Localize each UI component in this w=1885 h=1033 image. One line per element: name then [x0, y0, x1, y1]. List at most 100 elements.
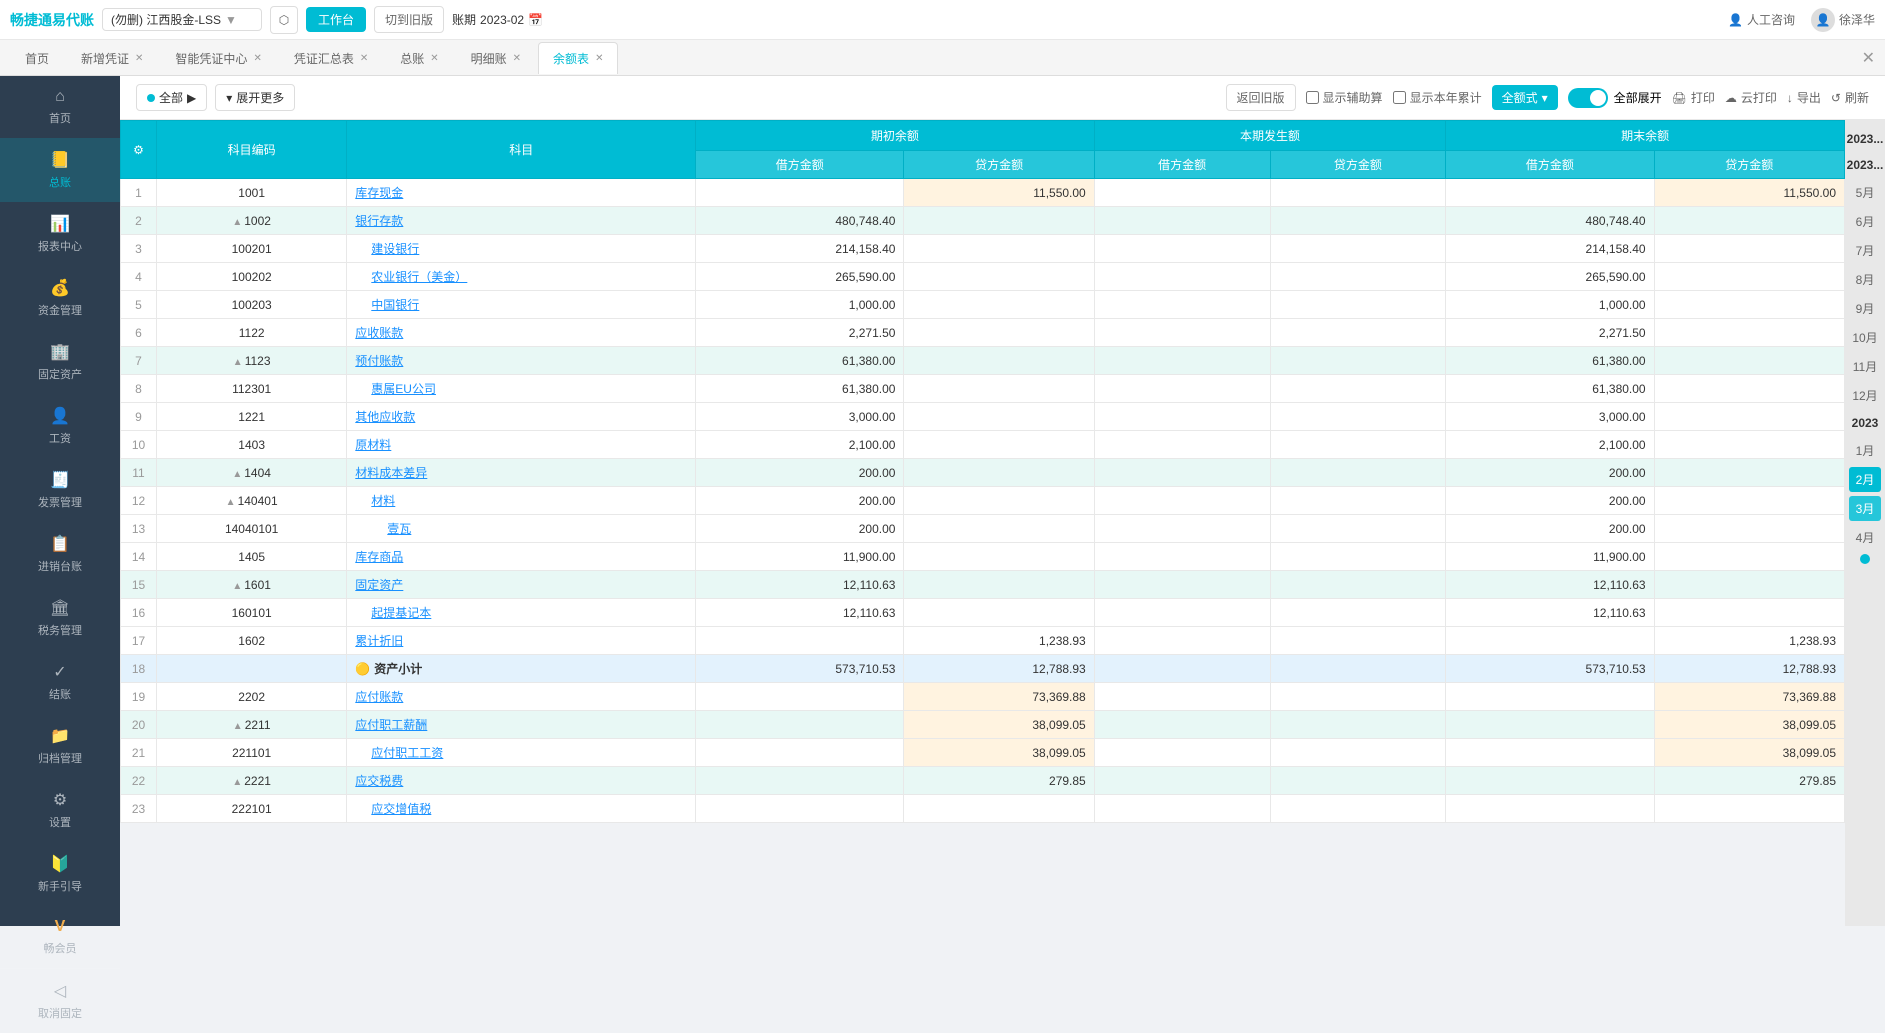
tab-new-voucher-close[interactable]: ✕ [135, 53, 143, 64]
sidebar-item-home[interactable]: ⌂ 首页 [0, 76, 120, 138]
right-panel-month-5[interactable]: 5月 [1854, 180, 1877, 205]
row-name[interactable]: 应收账款 [347, 319, 696, 347]
row-name[interactable]: 起提基记本 [347, 599, 696, 627]
tab-balance[interactable]: 余额表 ✕ [538, 42, 618, 74]
row-code: 1602 [157, 627, 347, 655]
right-panel-month-8[interactable]: 8月 [1854, 267, 1877, 292]
tab-detail-close[interactable]: ✕ [513, 53, 521, 64]
sidebar-item-settle[interactable]: ✓ 结账 [0, 650, 120, 714]
sidebar-item-tax[interactable]: 🏛 税务管理 [0, 586, 120, 650]
row-name[interactable]: 农业银行（美金） [347, 263, 696, 291]
sidebar-item-archive[interactable]: 📁 归档管理 [0, 714, 120, 778]
right-panel-month-10[interactable]: 10月 [1850, 325, 1879, 350]
row-name[interactable]: 银行存款 [347, 207, 696, 235]
right-panel-month-12[interactable]: 12月 [1850, 383, 1879, 408]
sidebar-item-ledger[interactable]: 📒 总账 [0, 138, 120, 202]
right-panel-month-7[interactable]: 7月 [1854, 238, 1877, 263]
row-name[interactable]: 预付账款 [347, 347, 696, 375]
row-name[interactable]: 壹瓦 [347, 515, 696, 543]
settle-icon: ✓ [53, 662, 66, 682]
amount-cell: 1,000.00 [696, 291, 904, 319]
right-panel-year-2023-1[interactable]: 2023... [1845, 128, 1885, 150]
tab-ledger-close[interactable]: ✕ [430, 53, 438, 64]
close-all-tabs[interactable]: ✕ [1862, 48, 1875, 68]
show-aux-checkbox[interactable]: 显示辅助算 [1306, 89, 1383, 106]
workbench-button[interactable]: 工作台 [306, 7, 366, 32]
expand-more-btn[interactable]: ▾ 展开更多 [215, 84, 295, 111]
return-old-btn[interactable]: 返回旧版 [1226, 84, 1296, 111]
right-panel-month-9[interactable]: 9月 [1854, 296, 1877, 321]
expand-all-toggle[interactable] [1568, 88, 1608, 108]
row-name[interactable]: 惠属EU公司 [347, 375, 696, 403]
row-name[interactable]: 应付职工薪酬 [347, 711, 696, 739]
cloud-print-btn[interactable]: ☁ 云打印 [1725, 89, 1777, 106]
op-credit-header: 贷方金额 [904, 151, 1094, 179]
right-panel-month-3[interactable]: 3月 [1849, 496, 1881, 521]
tab-new-voucher[interactable]: 新增凭证 ✕ [66, 42, 158, 74]
refresh-btn[interactable]: ↺ 刷新 [1831, 89, 1869, 106]
row-name[interactable]: 应交税费 [347, 767, 696, 795]
amount-cell [1654, 291, 1844, 319]
row-name[interactable]: 原材料 [347, 431, 696, 459]
row-name[interactable]: 建设银行 [347, 235, 696, 263]
sidebar-item-assets[interactable]: 💰 资金管理 [0, 266, 120, 330]
tab-ledger[interactable]: 总账 ✕ [385, 42, 453, 74]
sidebar-item-report[interactable]: 📊 报表中心 [0, 202, 120, 266]
all-filter-btn[interactable]: 全部 ▶ [136, 84, 207, 111]
tab-voucher-summary-close[interactable]: ✕ [360, 53, 368, 64]
company-icon-btn[interactable]: ⬡ [270, 6, 298, 34]
row-name[interactable]: 固定资产 [347, 571, 696, 599]
amount-cell: 61,380.00 [696, 375, 904, 403]
sidebar-item-member[interactable]: V 畅会员 [0, 906, 120, 968]
row-num: 6 [121, 319, 157, 347]
print-btn[interactable]: 🖨 打印 [1672, 89, 1715, 106]
row-name[interactable]: 中国银行 [347, 291, 696, 319]
row-name[interactable]: 应付职工工资 [347, 739, 696, 767]
sidebar-item-salary[interactable]: 👤 工资 [0, 394, 120, 458]
show-ytd-input[interactable] [1393, 91, 1406, 104]
assets-icon: 💰 [50, 278, 70, 298]
right-panel-month-2-active[interactable]: 2月 [1849, 467, 1881, 492]
right-panel-month-1[interactable]: 1月 [1854, 438, 1877, 463]
sidebar-label-ledger: 总账 [49, 174, 71, 190]
row-name[interactable]: 应付账款 [347, 683, 696, 711]
row-name[interactable]: 库存现金 [347, 179, 696, 207]
tab-home[interactable]: 首页 [10, 42, 64, 74]
right-panel-year-label[interactable]: 2023 [1850, 412, 1881, 434]
show-ytd-checkbox[interactable]: 显示本年累计 [1393, 89, 1482, 106]
tab-smart-center-close[interactable]: ✕ [253, 53, 261, 64]
row-name[interactable]: 库存商品 [347, 543, 696, 571]
row-name[interactable]: 材料成本差异 [347, 459, 696, 487]
sidebar-item-guide[interactable]: 🔰 新手引导 [0, 842, 120, 906]
user-btn[interactable]: 👤 徐泽华 [1811, 8, 1875, 32]
switch-old-button[interactable]: 切到旧版 [374, 6, 444, 33]
sidebar-item-purchase[interactable]: 📋 进销台账 [0, 522, 120, 586]
row-name[interactable]: 应交增值税 [347, 795, 696, 823]
opening-group-header: 期初余额 [696, 121, 1095, 151]
sidebar-item-fixed[interactable]: 🏢 固定资产 [0, 330, 120, 394]
tab-voucher-summary[interactable]: 凭证汇总表 ✕ [279, 42, 383, 74]
amount-cell: 73,369.88 [904, 683, 1094, 711]
sidebar-label-report: 报表中心 [38, 238, 82, 254]
row-name[interactable]: 累计折旧 [347, 627, 696, 655]
export-btn[interactable]: ↓ 导出 [1787, 89, 1821, 106]
row-name[interactable]: 材料 [347, 487, 696, 515]
sidebar-item-settings[interactable]: ⚙ 设置 [0, 778, 120, 842]
show-aux-input[interactable] [1306, 91, 1319, 104]
row-name[interactable]: 其他应收款 [347, 403, 696, 431]
right-panel-year-2023-2[interactable]: 2023... [1845, 154, 1885, 176]
sidebar-item-invoice[interactable]: 🧾 发票管理 [0, 458, 120, 522]
sidebar-unpin[interactable]: ◁ 取消固定 [0, 969, 120, 1033]
company-selector[interactable]: (勿删) 江西股金-LSS ▼ [102, 8, 262, 31]
style-btn[interactable]: 全额式 ▾ [1492, 85, 1558, 110]
row-num: 22 [121, 767, 157, 795]
tab-balance-close[interactable]: ✕ [595, 53, 603, 64]
row-name[interactable]: 🟡资产小计 [347, 655, 696, 683]
right-panel-month-6[interactable]: 6月 [1854, 209, 1877, 234]
settings-gear-icon[interactable]: ⚙ [133, 143, 144, 157]
right-panel-month-11[interactable]: 11月 [1851, 354, 1879, 379]
consult-btn[interactable]: 👤 人工咨询 [1728, 11, 1795, 28]
right-panel-month-4[interactable]: 4月 [1854, 525, 1877, 550]
tab-smart-center[interactable]: 智能凭证中心 ✕ [160, 42, 276, 74]
tab-detail[interactable]: 明细账 ✕ [456, 42, 536, 74]
